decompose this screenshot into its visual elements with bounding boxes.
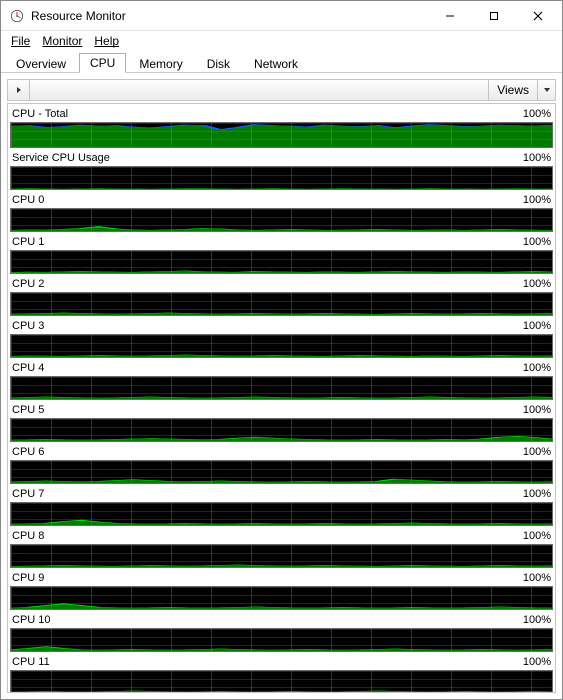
- graph-header: CPU 3 100%: [10, 318, 553, 334]
- graph-canvas: [10, 628, 553, 652]
- graph-header: Service CPU Usage 100%: [10, 150, 553, 166]
- app-icon: [9, 8, 25, 24]
- graph-header: CPU 10 100%: [10, 612, 553, 628]
- graph-title: Service CPU Usage: [12, 152, 110, 164]
- graph-row: CPU 0 100%: [10, 192, 553, 232]
- graph-header: CPU 5 100%: [10, 402, 553, 418]
- graph-canvas: [10, 334, 553, 358]
- graph-header: CPU 7 100%: [10, 486, 553, 502]
- graph-title: CPU - Total: [12, 108, 68, 120]
- graph-row: CPU 6 100%: [10, 444, 553, 484]
- graph-scale: 100%: [523, 530, 551, 542]
- tab-memory[interactable]: Memory: [128, 54, 193, 73]
- graph-scale: 100%: [523, 488, 551, 500]
- graph-canvas: [10, 122, 553, 148]
- graph-scale: 100%: [523, 236, 551, 248]
- graph-canvas: [10, 376, 553, 400]
- graph-row: CPU 4 100%: [10, 360, 553, 400]
- graph-title: CPU 0: [12, 194, 44, 206]
- graph-canvas: [10, 292, 553, 316]
- graph-scale: 100%: [523, 614, 551, 626]
- menu-help[interactable]: Help: [90, 32, 123, 50]
- graph-row: CPU 3 100%: [10, 318, 553, 358]
- graph-canvas: [10, 670, 553, 693]
- graph-header: CPU 9 100%: [10, 570, 553, 586]
- graph-header: CPU 1 100%: [10, 234, 553, 250]
- graph-scale: 100%: [523, 320, 551, 332]
- graph-title: CPU 3: [12, 320, 44, 332]
- graph-scale: 100%: [523, 152, 551, 164]
- graph-scale: 100%: [523, 656, 551, 668]
- graph-header: CPU 2 100%: [10, 276, 553, 292]
- tab-overview[interactable]: Overview: [5, 54, 77, 73]
- graph-canvas: [10, 460, 553, 484]
- graph-scale: 100%: [523, 194, 551, 206]
- graph-title: CPU 5: [12, 404, 44, 416]
- graph-title: CPU 10: [12, 614, 51, 626]
- graph-row: CPU - Total 100%: [10, 106, 553, 148]
- graph-canvas: [10, 208, 553, 232]
- graph-scale: 100%: [523, 108, 551, 120]
- graph-title: CPU 1: [12, 236, 44, 248]
- graph-canvas: [10, 166, 553, 190]
- graph-row: Service CPU Usage 100%: [10, 150, 553, 190]
- graph-title: CPU 7: [12, 488, 44, 500]
- graph-header: CPU 11 100%: [10, 654, 553, 670]
- graph-canvas: [10, 418, 553, 442]
- graph-pane[interactable]: CPU - Total100%Service CPU Usage100%CPU …: [7, 103, 556, 693]
- tab-disk[interactable]: Disk: [196, 54, 241, 73]
- maximize-button[interactable]: [472, 2, 516, 30]
- graph-header: CPU 0 100%: [10, 192, 553, 208]
- tabbar: Overview CPU Memory Disk Network: [1, 51, 562, 73]
- window-title: Resource Monitor: [31, 9, 428, 23]
- graph-row: CPU 9 100%: [10, 570, 553, 610]
- graph-title: CPU 11: [12, 656, 50, 668]
- graph-title: CPU 8: [12, 530, 44, 542]
- close-button[interactable]: [516, 2, 560, 30]
- graph-canvas: [10, 544, 553, 568]
- minimize-button[interactable]: [428, 2, 472, 30]
- graph-scale: 100%: [523, 278, 551, 290]
- graph-row: CPU 8 100%: [10, 528, 553, 568]
- tab-cpu[interactable]: CPU: [79, 53, 126, 73]
- graph-scale: 100%: [523, 446, 551, 458]
- menu-file[interactable]: File: [7, 32, 34, 50]
- graph-row: CPU 2 100%: [10, 276, 553, 316]
- pane-toolbar: Views: [7, 79, 556, 101]
- graph-title: CPU 2: [12, 278, 44, 290]
- graph-row: CPU 11 100%: [10, 654, 553, 693]
- tab-network[interactable]: Network: [243, 54, 309, 73]
- graph-canvas: [10, 502, 553, 526]
- menubar: File Monitor Help: [1, 31, 562, 51]
- graph-header: CPU 6 100%: [10, 444, 553, 460]
- graph-scale: 100%: [523, 572, 551, 584]
- graph-header: CPU - Total 100%: [10, 106, 553, 122]
- graph-row: CPU 1 100%: [10, 234, 553, 274]
- views-dropdown-button[interactable]: [537, 80, 555, 100]
- menu-monitor[interactable]: Monitor: [38, 32, 86, 50]
- expand-pane-button[interactable]: [8, 80, 30, 100]
- window-controls: [428, 2, 560, 30]
- graph-title: CPU 9: [12, 572, 44, 584]
- graph-canvas: [10, 586, 553, 610]
- graph-title: CPU 6: [12, 446, 44, 458]
- graph-scale: 100%: [523, 404, 551, 416]
- graph-title: CPU 4: [12, 362, 44, 374]
- titlebar: Resource Monitor: [1, 1, 562, 31]
- graph-row: CPU 5 100%: [10, 402, 553, 442]
- graph-canvas: [10, 250, 553, 274]
- graph-row: CPU 7 100%: [10, 486, 553, 526]
- views-button[interactable]: Views: [488, 80, 537, 100]
- graph-row: CPU 10 100%: [10, 612, 553, 652]
- graph-scale: 100%: [523, 362, 551, 374]
- graph-header: CPU 4 100%: [10, 360, 553, 376]
- graph-header: CPU 8 100%: [10, 528, 553, 544]
